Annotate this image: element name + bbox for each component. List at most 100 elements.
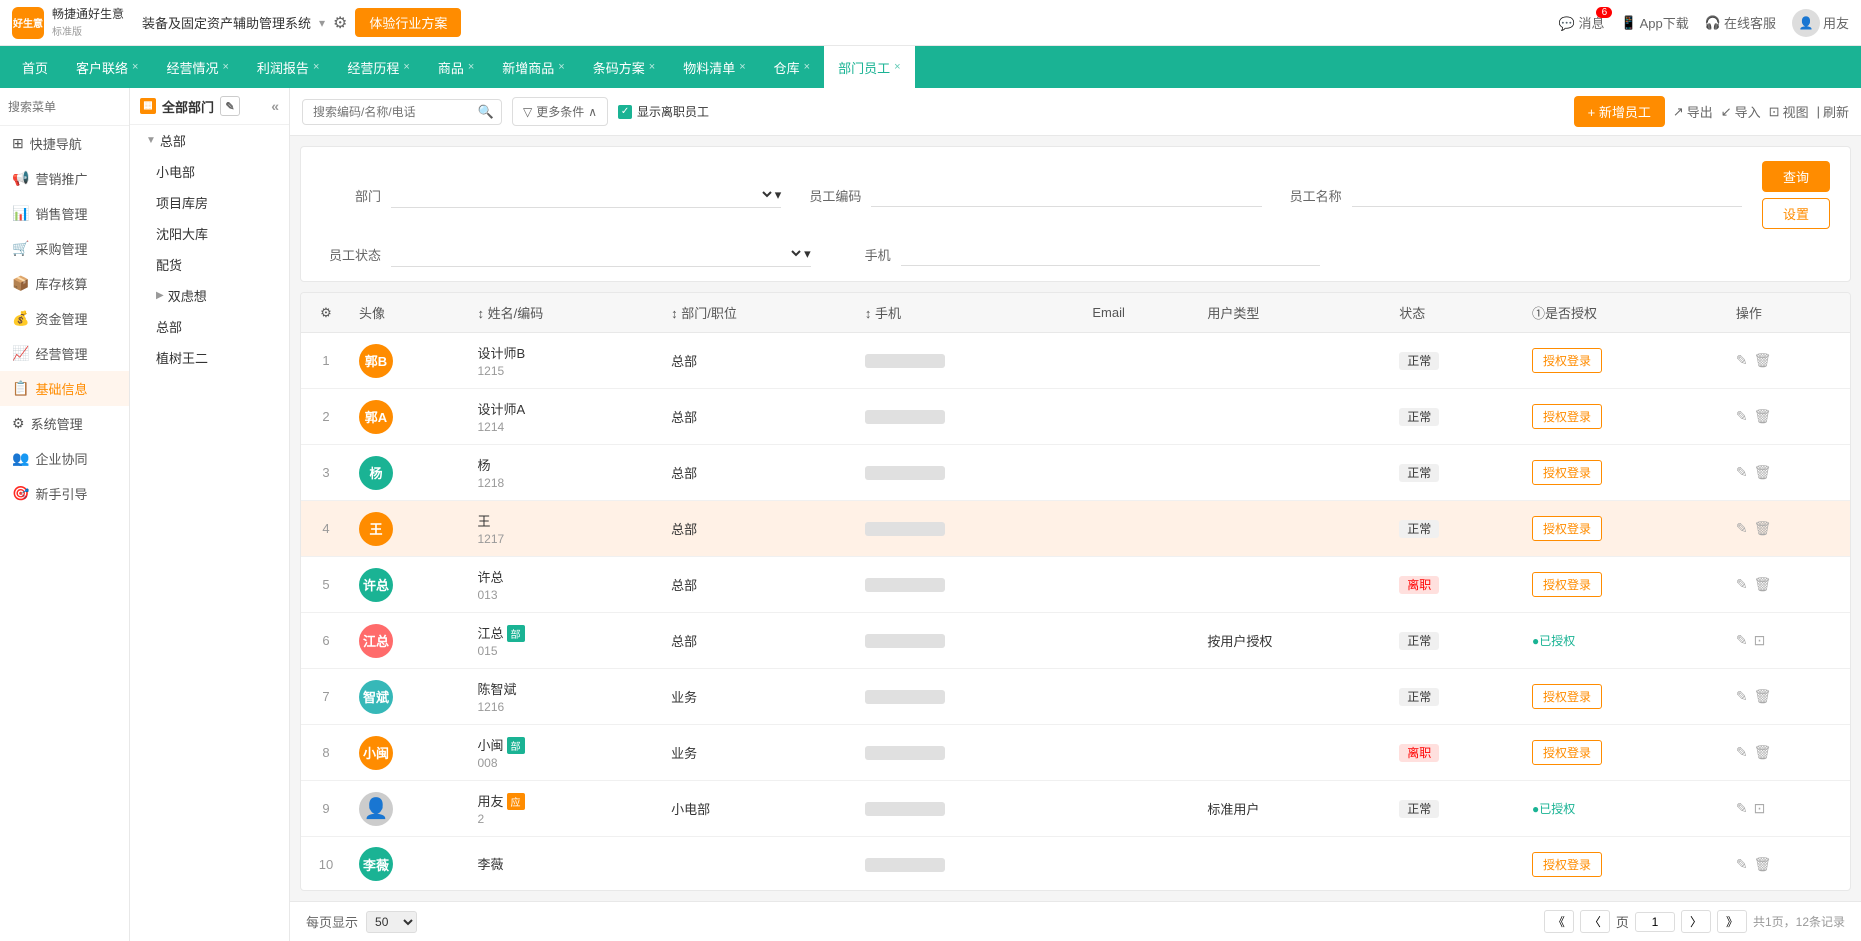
- edit-icon[interactable]: ✎: [1736, 352, 1748, 369]
- last-page-btn[interactable]: 》: [1717, 910, 1747, 933]
- sidebar-search-input[interactable]: [8, 100, 130, 114]
- dept-node-dispatch[interactable]: 配货: [130, 249, 289, 280]
- edit-icon[interactable]: ✎: [1736, 520, 1748, 537]
- sidebar-item-nav[interactable]: ⊞ 快捷导航: [0, 126, 129, 161]
- tab-department-close[interactable]: ×: [894, 61, 900, 73]
- user-area[interactable]: 👤 用友: [1792, 9, 1849, 37]
- delete-icon[interactable]: 🗑: [1754, 408, 1772, 425]
- auth-btn[interactable]: 授权登录: [1532, 404, 1602, 429]
- tab-department[interactable]: 部门员工×: [824, 46, 914, 88]
- sidebar-item-purchase[interactable]: 🛒 采购管理: [0, 231, 129, 266]
- sidebar-item-operations[interactable]: 📈 经营管理: [0, 336, 129, 371]
- edit-icon[interactable]: ✎: [1736, 408, 1748, 425]
- edit-icon[interactable]: ✎: [1736, 800, 1748, 817]
- tab-history-close[interactable]: ×: [403, 61, 409, 73]
- show-resigned-toggle[interactable]: ✓ 显示离职员工: [618, 103, 709, 120]
- auth-btn[interactable]: 授权登录: [1532, 460, 1602, 485]
- tab-operation[interactable]: 经营情况×: [152, 46, 242, 88]
- tab-history[interactable]: 经营历程×: [333, 46, 423, 88]
- tab-customer-close[interactable]: ×: [132, 61, 138, 73]
- emp-name-input[interactable]: [1352, 183, 1742, 207]
- auth-btn[interactable]: 授权登录: [1532, 740, 1602, 765]
- tab-add-goods-close[interactable]: ×: [558, 61, 564, 73]
- dept-collapse-icon[interactable]: «: [271, 98, 279, 114]
- delete-icon[interactable]: 🗑: [1754, 520, 1772, 537]
- tab-goods[interactable]: 商品×: [424, 46, 488, 88]
- sidebar-item-finance[interactable]: 💰 资金管理: [0, 301, 129, 336]
- page-input[interactable]: [1635, 912, 1675, 932]
- auth-btn[interactable]: 授权登录: [1532, 852, 1602, 877]
- service-link[interactable]: 🎧 在线客服: [1705, 13, 1776, 32]
- tab-bom-close[interactable]: ×: [739, 61, 745, 73]
- delete-icon[interactable]: 🗑: [1754, 856, 1772, 873]
- import-btn[interactable]: ↙ 导入: [1721, 102, 1761, 121]
- edit-icon[interactable]: ✎: [1736, 856, 1748, 873]
- delete-icon[interactable]: ⊡: [1754, 632, 1766, 649]
- tab-goods-close[interactable]: ×: [468, 61, 474, 73]
- dept-node-shenyang[interactable]: 沈阳大库: [130, 218, 289, 249]
- add-employee-btn[interactable]: + 新增员工: [1574, 96, 1665, 127]
- sidebar-item-inventory[interactable]: 📦 库存核算: [0, 266, 129, 301]
- export-btn[interactable]: ↗ 导出: [1673, 102, 1713, 121]
- dept-node-project[interactable]: 项目库房: [130, 187, 289, 218]
- sidebar-item-marketing[interactable]: 📢 营销推广: [0, 161, 129, 196]
- search-icon[interactable]: 🔍: [478, 104, 494, 120]
- query-btn[interactable]: 查询: [1762, 161, 1830, 192]
- delete-icon[interactable]: 🗑: [1754, 576, 1772, 593]
- tab-add-goods[interactable]: 新增商品×: [488, 46, 578, 88]
- message-area[interactable]: 💬 6 消息: [1559, 13, 1605, 32]
- settings-btn[interactable]: 设置: [1762, 198, 1830, 229]
- search-input[interactable]: [302, 99, 502, 125]
- dept-node-hq-group[interactable]: ▼ 总部: [130, 125, 289, 156]
- auth-btn[interactable]: 授权登录: [1532, 572, 1602, 597]
- tab-profit[interactable]: 利润报告×: [243, 46, 333, 88]
- delete-icon[interactable]: ⊡: [1754, 800, 1766, 817]
- sidebar-item-system[interactable]: ⚙ 系统管理: [0, 406, 129, 441]
- auth-btn[interactable]: 授权登录: [1532, 348, 1602, 373]
- edit-icon[interactable]: ✎: [1736, 576, 1748, 593]
- sidebar-item-collab[interactable]: 👥 企业协同: [0, 441, 129, 476]
- next-page-btn[interactable]: 〉: [1681, 910, 1711, 933]
- sidebar-item-sales[interactable]: 📊 销售管理: [0, 196, 129, 231]
- col-dept[interactable]: ↕ 部门/职位: [663, 293, 857, 333]
- app-download-link[interactable]: 📱 App下载: [1620, 13, 1688, 32]
- sidebar-item-guide[interactable]: 🎯 新手引导: [0, 476, 129, 511]
- view-btn[interactable]: ⊡ 视图: [1769, 102, 1809, 121]
- first-page-btn[interactable]: 《: [1544, 910, 1574, 933]
- edit-icon[interactable]: ✎: [1736, 744, 1748, 761]
- tab-barcode[interactable]: 条码方案×: [579, 46, 669, 88]
- try-btn[interactable]: 体验行业方案: [355, 8, 461, 37]
- prev-page-btn[interactable]: 〈: [1580, 910, 1610, 933]
- tab-customer[interactable]: 客户联络×: [62, 46, 152, 88]
- col-settings[interactable]: ⚙: [301, 293, 351, 333]
- dept-node-tree[interactable]: 植树王二: [130, 342, 289, 373]
- tab-operation-close[interactable]: ×: [222, 61, 228, 73]
- emp-status-select[interactable]: [391, 245, 804, 262]
- tab-profit-close[interactable]: ×: [313, 61, 319, 73]
- gear-icon[interactable]: ⚙: [333, 13, 347, 33]
- tab-warehouse[interactable]: 仓库×: [760, 46, 824, 88]
- delete-icon[interactable]: 🗑: [1754, 464, 1772, 481]
- delete-icon[interactable]: 🗑: [1754, 352, 1772, 369]
- more-filter-btn[interactable]: ▽ 更多条件 ∧: [512, 97, 608, 126]
- dept-node-hq[interactable]: 总部: [130, 311, 289, 342]
- auth-btn[interactable]: 授权登录: [1532, 684, 1602, 709]
- tab-home[interactable]: 首页: [8, 46, 62, 88]
- auth-btn[interactable]: 授权登录: [1532, 516, 1602, 541]
- edit-icon[interactable]: ✎: [1736, 464, 1748, 481]
- edit-icon[interactable]: ✎: [1736, 688, 1748, 705]
- tab-warehouse-close[interactable]: ×: [804, 61, 810, 73]
- tab-bom[interactable]: 物料清单×: [669, 46, 759, 88]
- dept-select[interactable]: [391, 186, 775, 203]
- col-name[interactable]: ↕ 姓名/编码: [469, 293, 663, 333]
- resigned-checkbox[interactable]: ✓: [618, 105, 632, 119]
- dropdown-arrow[interactable]: ▾: [319, 16, 325, 30]
- dept-node-small-elec[interactable]: 小电部: [130, 156, 289, 187]
- delete-icon[interactable]: 🗑: [1754, 688, 1772, 705]
- edit-icon[interactable]: ✎: [1736, 632, 1748, 649]
- col-phone[interactable]: ↕ 手机: [857, 293, 1084, 333]
- delete-icon[interactable]: 🗑: [1754, 744, 1772, 761]
- sidebar-item-basic[interactable]: 📋 基础信息: [0, 371, 129, 406]
- dept-edit-icon[interactable]: ✎: [220, 96, 240, 116]
- dept-node-shuanglv[interactable]: ▶ 双虑想: [130, 280, 289, 311]
